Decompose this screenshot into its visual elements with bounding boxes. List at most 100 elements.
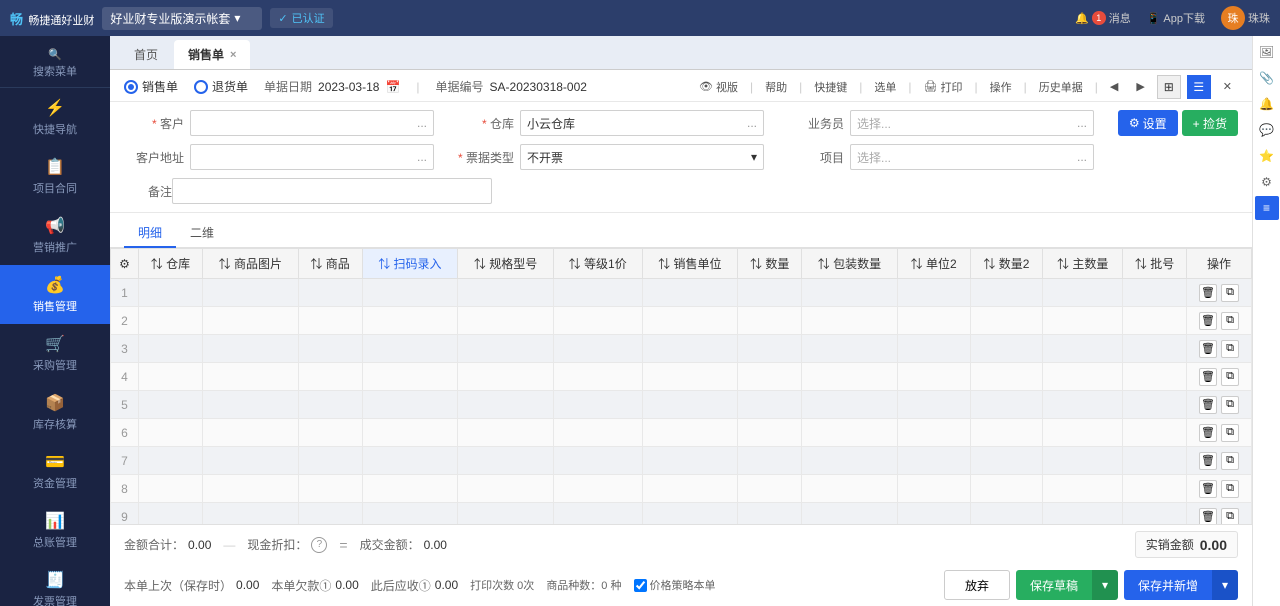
cell-price1[interactable]	[553, 419, 642, 447]
cell-price1[interactable]	[553, 307, 642, 335]
cell-spec[interactable]	[458, 447, 554, 475]
cell-batch[interactable]	[1123, 335, 1187, 363]
cell-pack-qty[interactable]	[802, 475, 898, 503]
cell-batch[interactable]	[1123, 419, 1187, 447]
cell-warehouse[interactable]	[139, 503, 203, 525]
cell-qty2[interactable]	[970, 447, 1043, 475]
th-qty2[interactable]: ⇅ 数量2	[970, 249, 1043, 279]
th-setting[interactable]: ⚙	[111, 249, 139, 279]
cell-warehouse[interactable]	[139, 279, 203, 307]
cell-barcode[interactable]	[362, 391, 458, 419]
calendar-icon[interactable]: 📅	[385, 80, 400, 94]
right-panel-icon-3[interactable]: 🔔	[1255, 92, 1279, 116]
cell-qty2[interactable]	[970, 279, 1043, 307]
cell-batch[interactable]	[1123, 391, 1187, 419]
select-btn[interactable]: 选单	[868, 76, 902, 98]
th-barcode[interactable]: ⇅ 扫码录入	[362, 249, 458, 279]
th-goods[interactable]: ⇅ 商品	[298, 249, 362, 279]
shortcut-btn[interactable]: 快捷键	[808, 76, 853, 98]
cell-sale-unit[interactable]	[642, 503, 738, 525]
list-view-btn[interactable]: ☰	[1187, 75, 1211, 99]
cell-batch[interactable]	[1123, 503, 1187, 525]
salesperson-input[interactable]: 选择... ...	[850, 110, 1094, 136]
sidebar-item-search[interactable]: 🔍 搜索菜单	[0, 40, 110, 88]
row-copy-btn[interactable]: ⧉	[1221, 312, 1239, 330]
cell-price1[interactable]	[553, 279, 642, 307]
tab-home[interactable]: 首页	[120, 40, 172, 69]
sidebar-item-marketing[interactable]: 📢 营销推广	[0, 206, 110, 265]
doc-date-value[interactable]: 2023-03-18	[318, 80, 379, 94]
right-panel-icon-2[interactable]: 📎	[1255, 66, 1279, 90]
cell-quantity[interactable]	[738, 447, 802, 475]
row-delete-btn[interactable]: 🗑	[1199, 480, 1217, 498]
cell-spec[interactable]	[458, 419, 554, 447]
row-copy-btn[interactable]: ⧉	[1221, 452, 1239, 470]
right-panel-icon-7[interactable]: ≡	[1255, 196, 1279, 220]
cell-pack-qty[interactable]	[802, 307, 898, 335]
radio-sale[interactable]: 销售单	[124, 78, 178, 95]
note-input[interactable]	[172, 178, 492, 204]
tab-2d[interactable]: 二维	[176, 219, 228, 248]
table-row[interactable]: 5 🗑 ⧉	[111, 391, 1252, 419]
doc-no-value[interactable]: SA-20230318-002	[490, 80, 587, 94]
table-row[interactable]: 8 🗑 ⧉	[111, 475, 1252, 503]
row-delete-btn[interactable]: 🗑	[1199, 340, 1217, 358]
cell-goods[interactable]	[298, 447, 362, 475]
sidebar-item-inventory[interactable]: 📦 库存核算	[0, 383, 110, 442]
cell-image[interactable]	[202, 475, 298, 503]
cell-batch[interactable]	[1123, 363, 1187, 391]
cell-barcode[interactable]	[362, 363, 458, 391]
save-new-btn[interactable]: 保存并新增	[1124, 570, 1212, 600]
row-copy-btn[interactable]: ⧉	[1221, 368, 1239, 386]
table-row[interactable]: 6 🗑 ⧉	[111, 419, 1252, 447]
pickup-btn[interactable]: + 捡货	[1182, 110, 1238, 136]
cell-pack-qty[interactable]	[802, 447, 898, 475]
th-quantity[interactable]: ⇅ 数量	[738, 249, 802, 279]
row-delete-btn[interactable]: 🗑	[1199, 368, 1217, 386]
cell-barcode[interactable]	[362, 335, 458, 363]
cell-main-qty[interactable]	[1043, 363, 1123, 391]
table-row[interactable]: 2 🗑 ⧉	[111, 307, 1252, 335]
th-spec[interactable]: ⇅ 规格型号	[458, 249, 554, 279]
discount-help-icon[interactable]: ?	[311, 537, 327, 553]
cell-pack-qty[interactable]	[802, 391, 898, 419]
sidebar-item-invoice[interactable]: 🧾 发票管理	[0, 560, 110, 606]
grid-view-btn[interactable]: ⊞	[1157, 75, 1181, 99]
cell-image[interactable]	[202, 363, 298, 391]
row-copy-btn[interactable]: ⧉	[1221, 508, 1239, 525]
radio-return[interactable]: 退货单	[194, 78, 248, 95]
cell-unit2[interactable]	[897, 307, 970, 335]
cell-image[interactable]	[202, 391, 298, 419]
nav-next-btn[interactable]: ▶	[1130, 77, 1150, 96]
cell-spec[interactable]	[458, 279, 554, 307]
cell-price1[interactable]	[553, 363, 642, 391]
cell-spec[interactable]	[458, 307, 554, 335]
cell-pack-qty[interactable]	[802, 335, 898, 363]
setup-btn[interactable]: ⚙ 设置	[1118, 110, 1178, 136]
view-btn[interactable]: 👁 视版	[693, 76, 744, 98]
price-policy-checkbox[interactable]: 价格策略本单	[634, 577, 716, 593]
right-panel-icon-6[interactable]: ⚙	[1255, 170, 1279, 194]
table-row[interactable]: 7 🗑 ⧉	[111, 447, 1252, 475]
cell-main-qty[interactable]	[1043, 503, 1123, 525]
cell-quantity[interactable]	[738, 279, 802, 307]
row-delete-btn[interactable]: 🗑	[1199, 452, 1217, 470]
cell-unit2[interactable]	[897, 335, 970, 363]
company-selector[interactable]: 好业财专业版演示帐套 ▾	[102, 7, 262, 30]
cell-barcode[interactable]	[362, 419, 458, 447]
cell-spec[interactable]	[458, 391, 554, 419]
row-delete-btn[interactable]: 🗑	[1199, 312, 1217, 330]
right-panel-icon-1[interactable]: 🖼	[1255, 40, 1279, 64]
cell-unit2[interactable]	[897, 447, 970, 475]
sidebar-item-quicknav[interactable]: ⚡ 快捷导航	[0, 88, 110, 147]
table-row[interactable]: 1 🗑 ⧉	[111, 279, 1252, 307]
sidebar-item-accounts[interactable]: 📊 总账管理	[0, 501, 110, 560]
cell-unit2[interactable]	[897, 363, 970, 391]
customer-input[interactable]: ...	[190, 110, 434, 136]
cell-image[interactable]	[202, 419, 298, 447]
cell-main-qty[interactable]	[1043, 391, 1123, 419]
cell-image[interactable]	[202, 447, 298, 475]
cell-warehouse[interactable]	[139, 363, 203, 391]
cell-sale-unit[interactable]	[642, 279, 738, 307]
cell-warehouse[interactable]	[139, 391, 203, 419]
